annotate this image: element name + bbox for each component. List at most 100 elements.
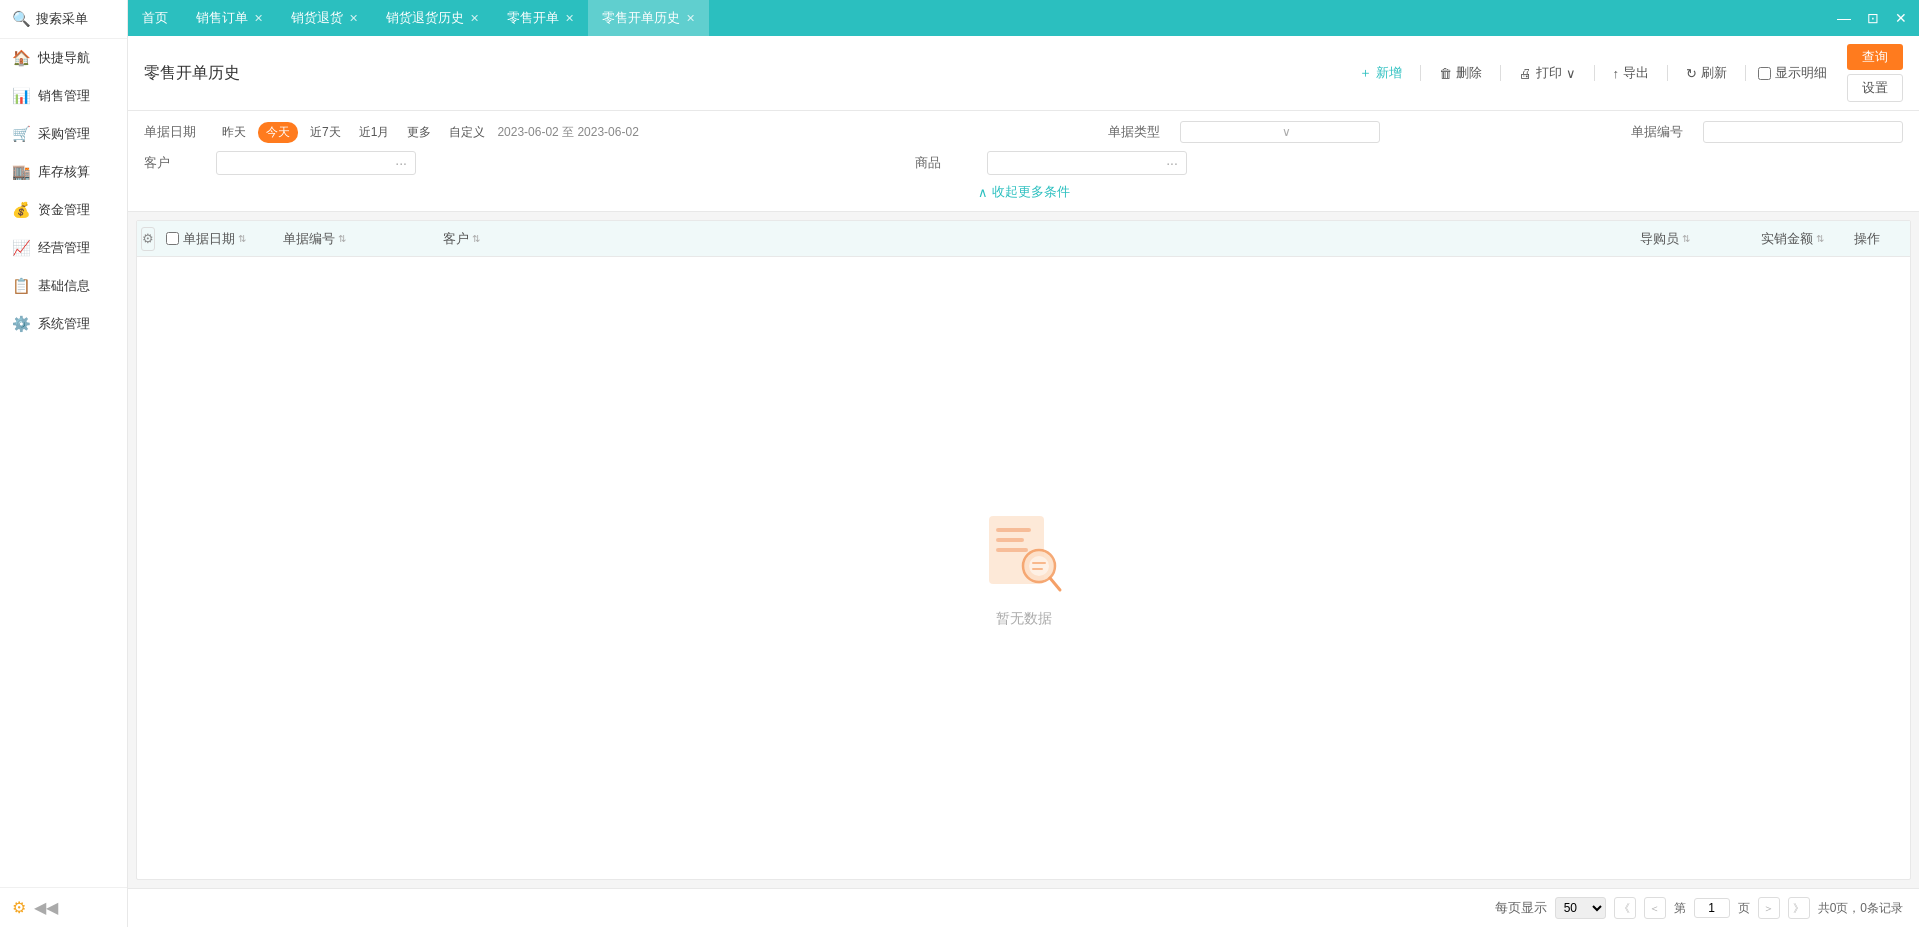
tab-retail-open-label: 零售开单 <box>507 9 559 27</box>
tab-sales-return-history-label: 销货退货历史 <box>386 9 464 27</box>
delete-button[interactable]: 🗑 删除 <box>1433 62 1488 84</box>
add-icon: ＋ <box>1359 64 1372 82</box>
sidebar-footer: ⚙ ◀◀ <box>0 887 127 927</box>
show-detail-checkbox[interactable] <box>1758 67 1771 80</box>
first-page-button[interactable]: 《 <box>1614 897 1636 919</box>
add-label: 新增 <box>1376 64 1402 82</box>
goods-input[interactable] <box>996 156 1162 170</box>
date-more-btn[interactable]: 更多 <box>401 122 437 143</box>
page-size-select[interactable]: 10 20 50 100 <box>1555 897 1606 919</box>
tab-sales-return-history[interactable]: 销货退货历史 ✕ <box>372 0 493 36</box>
query-button[interactable]: 查询 <box>1847 44 1903 70</box>
tab-home[interactable]: 首页 <box>128 0 182 36</box>
th-customer-sort[interactable]: ⇅ <box>472 233 480 244</box>
sidebar-item-base-info[interactable]: 📋 基础信息 <box>0 267 127 305</box>
customer-input-wrap[interactable]: ··· <box>216 151 416 175</box>
sidebar-item-system[interactable]: ⚙️ 系统管理 <box>0 305 127 343</box>
goods-label: 商品 <box>915 154 971 172</box>
th-guide-label: 导购员 <box>1640 230 1679 248</box>
sidebar-collapse-icon[interactable]: ◀◀ <box>34 898 58 917</box>
sidebar-item-operation[interactable]: 📈 经营管理 <box>0 229 127 267</box>
close-window-icon[interactable]: ✕ <box>1895 10 1907 26</box>
doc-no-input[interactable] <box>1712 125 1894 139</box>
add-button[interactable]: ＋ 新增 <box>1353 62 1408 84</box>
export-label: 导出 <box>1623 64 1649 82</box>
th-date-label: 单据日期 <box>183 230 235 248</box>
tab-retail-history-close[interactable]: ✕ <box>686 12 695 25</box>
tab-sales-return-label: 销货退货 <box>291 9 343 27</box>
th-amount: 实销金额 ⇅ <box>1732 230 1832 248</box>
sidebar-search[interactable]: 🔍 搜索采单 <box>0 0 127 39</box>
th-customer: 客户 ⇅ <box>435 230 1632 248</box>
th-sn: 单据编号 ⇅ <box>275 230 435 248</box>
show-detail-toggle[interactable]: 显示明细 <box>1758 64 1827 82</box>
settings-gear-icon[interactable]: ⚙ <box>12 898 26 917</box>
date-7days-btn[interactable]: 近7天 <box>304 122 347 143</box>
sidebar-item-purchase-mgmt[interactable]: 🛒 采购管理 <box>0 115 127 153</box>
goods-dots-btn[interactable]: ··· <box>1166 155 1178 171</box>
next-page-button[interactable]: ＞ <box>1758 897 1780 919</box>
sidebar-item-finance[interactable]: 💰 资金管理 <box>0 191 127 229</box>
filter-row-1: 单据日期 昨天 今天 近7天 近1月 更多 自定义 2023-06-02 至 2… <box>144 121 1903 143</box>
sidebar-item-label: 销售管理 <box>38 87 90 105</box>
tab-retail-open[interactable]: 零售开单 ✕ <box>493 0 588 36</box>
print-arrow: ∨ <box>1566 66 1576 81</box>
chevron-down-icon: ∨ <box>1282 125 1371 139</box>
sidebar-item-inventory[interactable]: 🏬 库存核算 <box>0 153 127 191</box>
date-1month-btn[interactable]: 近1月 <box>353 122 396 143</box>
system-icon: ⚙️ <box>12 315 30 333</box>
sidebar-item-quick-nav[interactable]: 🏠 快捷导航 <box>0 39 127 77</box>
page-number-input[interactable] <box>1694 898 1730 918</box>
svg-point-5 <box>1029 556 1049 576</box>
tab-retail-open-close[interactable]: ✕ <box>565 12 574 25</box>
goods-input-wrap[interactable]: ··· <box>987 151 1187 175</box>
minimize-icon[interactable]: — <box>1837 10 1851 26</box>
operation-icon: 📈 <box>12 239 30 257</box>
th-date: 单据日期 ⇅ <box>175 230 275 248</box>
show-detail-label: 显示明细 <box>1775 64 1827 82</box>
th-checkbox: ⚙ <box>145 227 175 251</box>
tab-sales-return[interactable]: 销货退货 ✕ <box>277 0 372 36</box>
sidebar-item-label: 采购管理 <box>38 125 90 143</box>
tab-sales-order-close[interactable]: ✕ <box>254 12 263 25</box>
customer-label: 客户 <box>144 154 200 172</box>
tab-sales-order[interactable]: 销售订单 ✕ <box>182 0 277 36</box>
doc-type-select[interactable]: ∨ <box>1180 121 1380 143</box>
date-range-text: 2023-06-02 至 2023-06-02 <box>497 124 638 141</box>
print-button[interactable]: 🖨 打印 ∨ <box>1513 62 1582 84</box>
refresh-button[interactable]: ↻ 刷新 <box>1680 62 1733 84</box>
table-config-button[interactable]: ⚙ <box>141 227 155 251</box>
settings-button[interactable]: 设置 <box>1847 74 1903 102</box>
th-amount-sort[interactable]: ⇅ <box>1816 233 1824 244</box>
th-date-sort[interactable]: ⇅ <box>238 233 246 244</box>
date-yesterday-btn[interactable]: 昨天 <box>216 122 252 143</box>
sidebar-search-label: 搜索采单 <box>36 10 88 28</box>
page-size-label: 每页显示 <box>1495 899 1547 917</box>
sidebar-item-sales-mgmt[interactable]: 📊 销售管理 <box>0 77 127 115</box>
th-sn-sort[interactable]: ⇅ <box>338 233 346 244</box>
divider-2 <box>1500 65 1501 81</box>
restore-icon[interactable]: ⊡ <box>1867 10 1879 26</box>
svg-rect-2 <box>996 538 1024 542</box>
doc-no-input-wrap[interactable] <box>1703 121 1903 143</box>
tab-sales-return-history-close[interactable]: ✕ <box>470 12 479 25</box>
prev-page-button[interactable]: ＜ <box>1644 897 1666 919</box>
page-header: 零售开单历史 ＋ 新增 🗑 删除 🖨 打印 ∨ <box>128 36 1919 111</box>
collapse-label: 收起更多条件 <box>992 183 1070 201</box>
date-filter: 昨天 今天 近7天 近1月 更多 自定义 2023-06-02 至 2023-0… <box>216 122 639 143</box>
collapse-filter-btn[interactable]: ∧ 收起更多条件 <box>144 183 1903 201</box>
tab-sales-return-close[interactable]: ✕ <box>349 12 358 25</box>
customer-dots-btn[interactable]: ··· <box>395 155 407 171</box>
svg-line-6 <box>1050 578 1060 590</box>
export-button[interactable]: ↑ 导出 <box>1607 62 1656 84</box>
date-filter-label: 单据日期 <box>144 123 200 141</box>
tab-retail-history[interactable]: 零售开单历史 ✕ <box>588 0 709 36</box>
last-page-button[interactable]: 》 <box>1788 897 1810 919</box>
sidebar-item-label: 库存核算 <box>38 163 90 181</box>
refresh-label: 刷新 <box>1701 64 1727 82</box>
th-sn-label: 单据编号 <box>283 230 335 248</box>
th-guide-sort[interactable]: ⇅ <box>1682 233 1690 244</box>
customer-input[interactable] <box>225 156 391 170</box>
date-today-btn[interactable]: 今天 <box>258 122 298 143</box>
date-custom-btn[interactable]: 自定义 <box>443 122 491 143</box>
